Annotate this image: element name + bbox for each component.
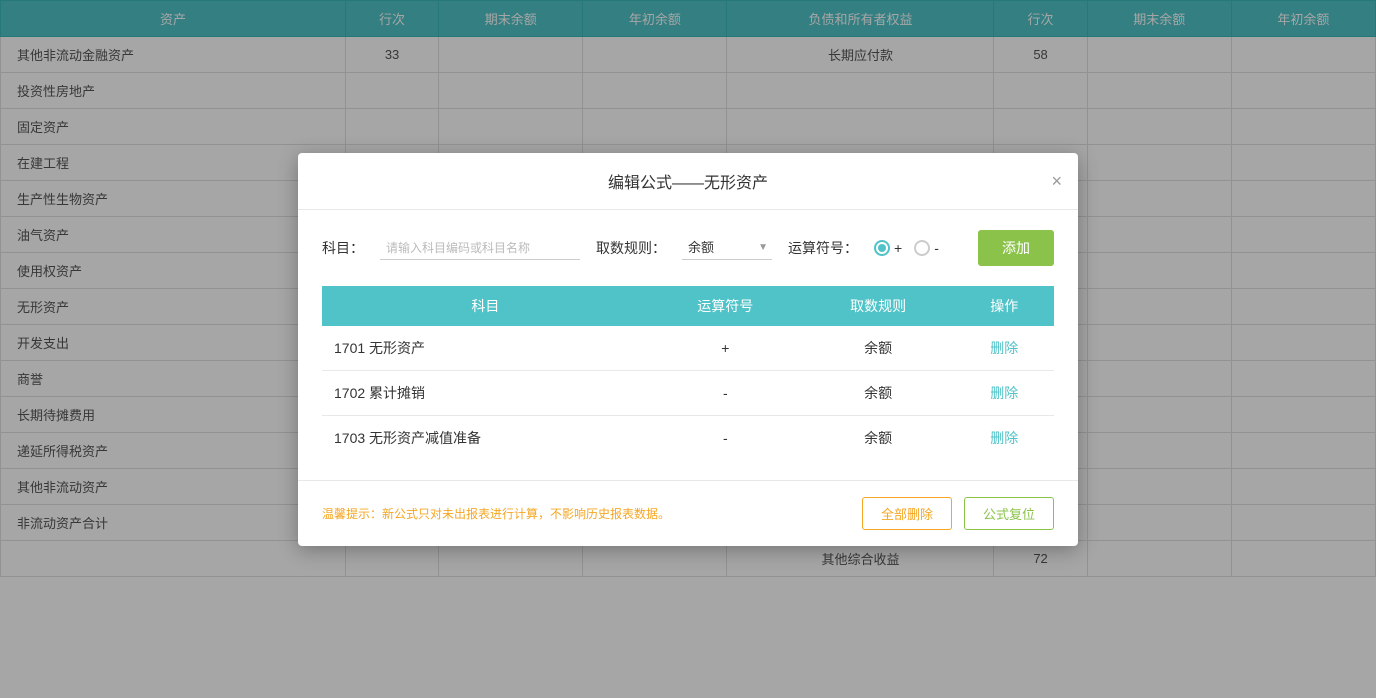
radio-unchecked-icon (914, 240, 930, 256)
formula-table-row: 1702 累计摊销 - 余额 删除 (322, 370, 1054, 415)
formula-table-row: 1701 无形资产 + 余额 删除 (322, 326, 1054, 371)
row-operator: - (649, 370, 802, 415)
subject-label: 科目： (322, 238, 364, 258)
th-operator: 运算符号 (649, 286, 802, 326)
modal-footer: 温馨提示：新公式只对未出报表进行计算，不影响历史报表数据。 全部删除 公式复位 (298, 480, 1078, 546)
modal-header: 编辑公式——无形资产 × (298, 153, 1078, 210)
operator-minus-label: - (934, 240, 939, 256)
modal-body: 科目： 取数规则： 余额 借方发生额 贷方发生额 期初余额 ▼ 运算符号： (298, 210, 1078, 480)
modal-overlay: 编辑公式——无形资产 × 科目： 取数规则： 余额 借方发生额 贷方发生额 期初… (0, 0, 1376, 698)
hint-text: 温馨提示：新公式只对未出报表进行计算，不影响历史报表数据。 (322, 505, 670, 522)
radio-checked-icon (874, 240, 890, 256)
row-subject: 1702 累计摊销 (322, 370, 649, 415)
delete-link[interactable]: 删除 (990, 340, 1018, 356)
add-button[interactable]: 添加 (978, 230, 1054, 266)
row-action: 删除 (955, 415, 1054, 460)
delete-link[interactable]: 删除 (990, 385, 1018, 401)
delete-all-button[interactable]: 全部删除 (862, 497, 952, 530)
delete-link[interactable]: 删除 (990, 430, 1018, 446)
rule-select[interactable]: 余额 借方发生额 贷方发生额 期初余额 (682, 236, 772, 260)
row-subject: 1703 无形资产减值准备 (322, 415, 649, 460)
table-header-row: 科目 运算符号 取数规则 操作 (322, 286, 1054, 326)
th-action: 操作 (955, 286, 1054, 326)
operator-plus-radio[interactable]: + (874, 240, 902, 256)
formula-table-row: 1703 无形资产减值准备 - 余额 删除 (322, 415, 1054, 460)
form-row: 科目： 取数规则： 余额 借方发生额 贷方发生额 期初余额 ▼ 运算符号： (322, 230, 1054, 266)
row-action: 删除 (955, 370, 1054, 415)
operator-label: 运算符号： (788, 238, 858, 258)
row-rule: 余额 (802, 370, 955, 415)
footer-buttons: 全部删除 公式复位 (862, 497, 1054, 530)
reset-button[interactable]: 公式复位 (964, 497, 1054, 530)
operator-minus-radio[interactable]: - (914, 240, 939, 256)
modal-title: 编辑公式——无形资产 (608, 175, 768, 192)
modal-dialog: 编辑公式——无形资产 × 科目： 取数规则： 余额 借方发生额 贷方发生额 期初… (298, 153, 1078, 546)
th-rule: 取数规则 (802, 286, 955, 326)
rule-label: 取数规则： (596, 238, 666, 258)
row-action: 删除 (955, 326, 1054, 371)
row-subject: 1701 无形资产 (322, 326, 649, 371)
row-rule: 余额 (802, 415, 955, 460)
operator-radio-group: + - (874, 240, 939, 256)
formula-table: 科目 运算符号 取数规则 操作 1701 无形资产 + 余额 删除 1702 累… (322, 286, 1054, 460)
row-operator: + (649, 326, 802, 371)
rule-select-wrapper: 余额 借方发生额 贷方发生额 期初余额 ▼ (682, 236, 772, 260)
th-subject: 科目 (322, 286, 649, 326)
modal-close-button[interactable]: × (1051, 172, 1062, 190)
operator-plus-label: + (894, 240, 902, 256)
row-rule: 余额 (802, 326, 955, 371)
subject-input[interactable] (380, 236, 580, 260)
row-operator: - (649, 415, 802, 460)
